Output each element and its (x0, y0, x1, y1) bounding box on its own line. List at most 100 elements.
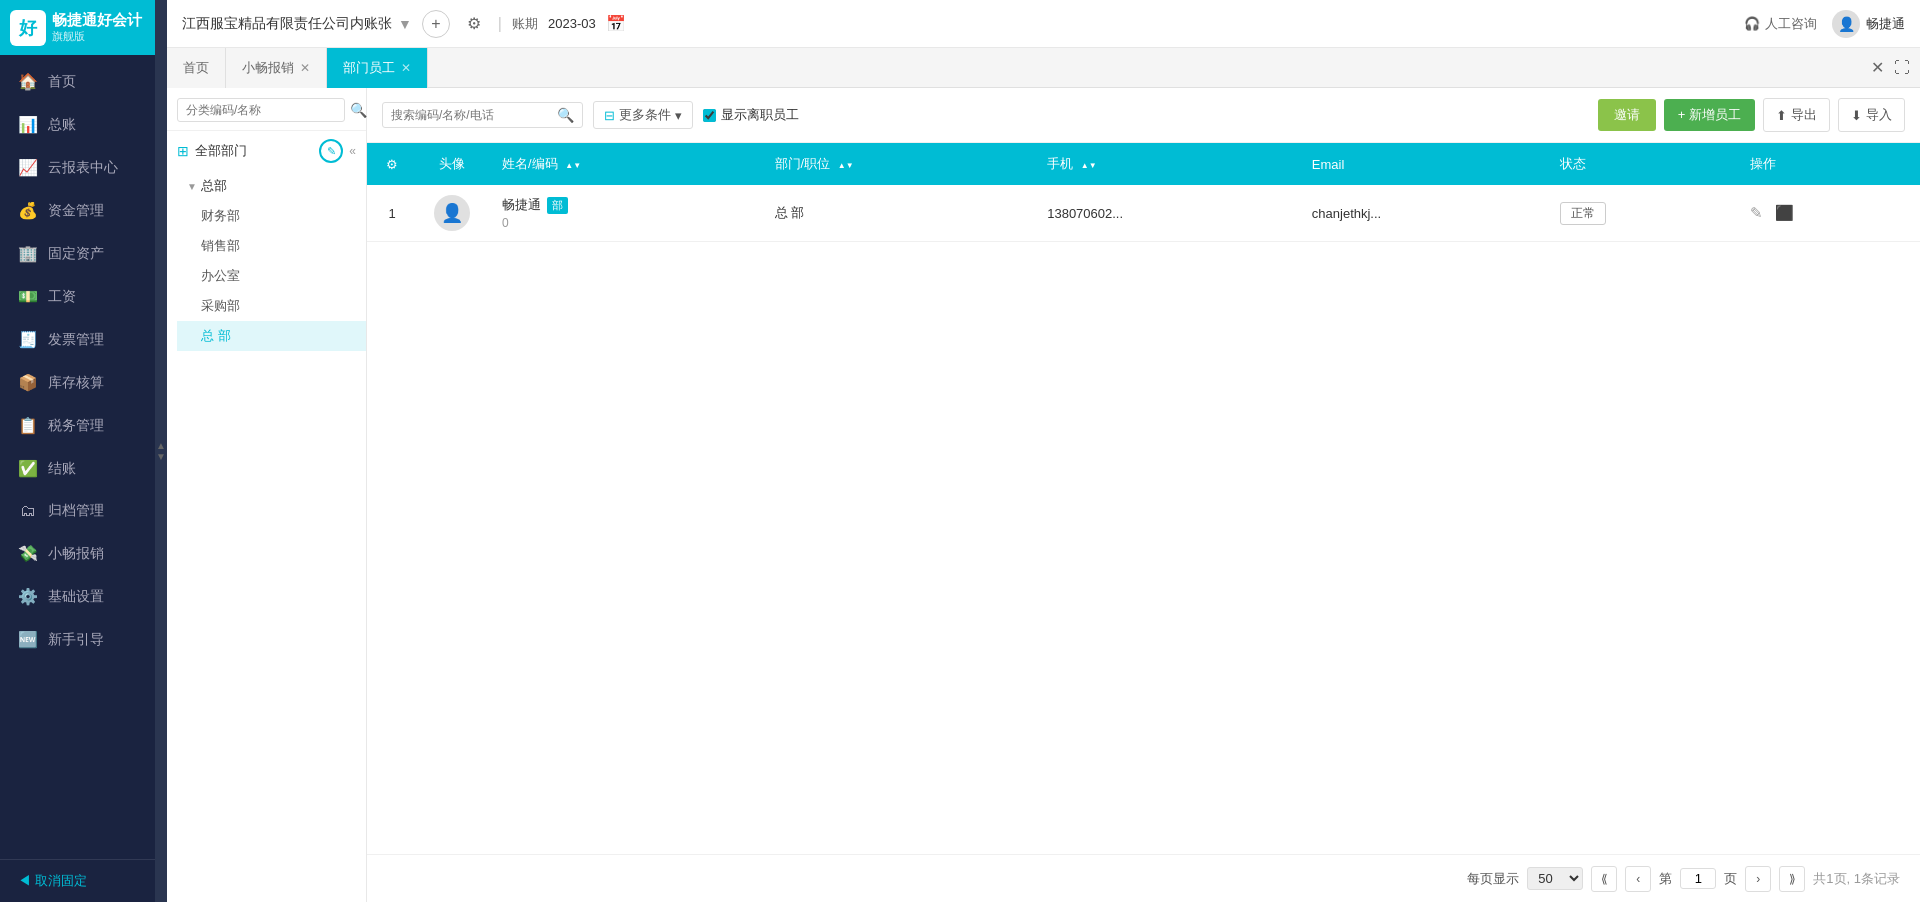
col-actions-label: 操作 (1750, 156, 1776, 171)
tab-expense-close[interactable]: ✕ (300, 61, 310, 75)
filter-button[interactable]: ⊟ 更多条件 ▾ (593, 101, 693, 129)
inventory-icon: 📦 (18, 373, 38, 392)
page-last-button[interactable]: ⟫ (1779, 866, 1805, 892)
calendar-icon[interactable]: 📅 (606, 14, 626, 33)
tax-icon: 📋 (18, 416, 38, 435)
sidebar-item-reports[interactable]: 📈 云报表中心 (0, 146, 155, 189)
status-badge: 正常 (1560, 202, 1606, 225)
dept-grid-icon: ⊞ (177, 143, 189, 159)
col-settings[interactable]: ⚙ (367, 143, 417, 185)
tab-expand-icon[interactable]: ⛶ (1894, 59, 1910, 77)
logout-action-button[interactable]: ⬛ (1775, 204, 1794, 222)
dept-edit-button[interactable]: ✎ (319, 139, 343, 163)
export-label: 导出 (1791, 106, 1817, 124)
page-label: 第 (1659, 870, 1672, 888)
page-next-button[interactable]: › (1745, 866, 1771, 892)
tab-expense-label: 小畅报销 (242, 59, 294, 77)
sidebar-item-label: 税务管理 (48, 417, 104, 435)
table-header-row: ⚙ 头像 姓名/编码 ▲▼ 部门/职位 ▲▼ (367, 143, 1920, 185)
show-resigned-label[interactable]: 显示离职员工 (703, 106, 799, 124)
company-settings-icon[interactable]: ⚙ (460, 10, 488, 38)
import-button[interactable]: ⬇ 导入 (1838, 98, 1905, 132)
show-resigned-checkbox[interactable] (703, 109, 716, 122)
toolbar-right: 邀请 + 新增员工 ⬆ 导出 ⬇ 导入 (1598, 98, 1905, 132)
dept-search-input[interactable] (177, 98, 345, 122)
col-email-label: Email (1312, 157, 1345, 172)
col-name[interactable]: 姓名/编码 ▲▼ (487, 143, 760, 185)
tab-close-icon[interactable]: ✕ (1871, 58, 1884, 77)
dept-item-sales[interactable]: 销售部 (177, 231, 366, 261)
import-icon: ⬇ (1851, 108, 1862, 123)
tab-dept-label: 部门员工 (343, 59, 395, 77)
add-employee-button[interactable]: + 新增员工 (1664, 99, 1755, 131)
dept-search-icon[interactable]: 🔍 (350, 102, 367, 118)
dept-item-purchase[interactable]: 采购部 (177, 291, 366, 321)
sidebar-item-invoice[interactable]: 🧾 发票管理 (0, 318, 155, 361)
export-button[interactable]: ⬆ 导出 (1763, 98, 1830, 132)
edit-action-button[interactable]: ✎ (1750, 204, 1763, 222)
sidebar-item-tax[interactable]: 📋 税务管理 (0, 404, 155, 447)
app-title: 畅捷通好会计 (52, 11, 142, 29)
cell-avatar: 👤 (417, 185, 487, 242)
sidebar-item-closing[interactable]: ✅ 结账 (0, 447, 155, 490)
page-first-button[interactable]: ⟪ (1591, 866, 1617, 892)
main-area: 江西服宝精品有限责任公司内账张 ▼ + ⚙ | 账期 2023-03 📅 🎧 人… (167, 0, 1920, 902)
page-prev-button[interactable]: ‹ (1625, 866, 1651, 892)
sidebar-item-inventory[interactable]: 📦 库存核算 (0, 361, 155, 404)
sidebar-scroll[interactable]: ▲▼ (155, 0, 167, 902)
sidebar-item-label: 小畅报销 (48, 545, 104, 563)
search-input[interactable] (391, 108, 551, 122)
sidebar-item-expense[interactable]: 💸 小畅报销 (0, 532, 155, 575)
dept-item-finance[interactable]: 财务部 (177, 201, 366, 231)
assets-icon: 🏢 (18, 244, 38, 263)
sidebar-item-guide[interactable]: 🆕 新手引导 (0, 618, 155, 661)
sidebar-item-settings[interactable]: ⚙️ 基础设置 (0, 575, 155, 618)
reports-icon: 📈 (18, 158, 38, 177)
phone-sort-icon: ▲▼ (1081, 162, 1097, 170)
funds-icon: 💰 (18, 201, 38, 220)
col-phone[interactable]: 手机 ▲▼ (1032, 143, 1297, 185)
topbar: 江西服宝精品有限责任公司内账张 ▼ + ⚙ | 账期 2023-03 📅 🎧 人… (167, 0, 1920, 48)
sidebar-item-assets[interactable]: 🏢 固定资产 (0, 232, 155, 275)
sidebar-item-label: 云报表中心 (48, 159, 118, 177)
sidebar-item-archive[interactable]: 🗂 归档管理 (0, 490, 155, 532)
filter-label: 更多条件 (619, 106, 671, 124)
page-number-input[interactable] (1680, 868, 1716, 889)
cell-index: 1 (367, 185, 417, 242)
separator: | (498, 15, 502, 33)
tab-dept-close[interactable]: ✕ (401, 61, 411, 75)
page-total: 共1页, 1条记录 (1813, 870, 1900, 888)
dept-item-office[interactable]: 办公室 (177, 261, 366, 291)
company-selector[interactable]: 江西服宝精品有限责任公司内账张 ▼ (182, 15, 412, 33)
tab-expense[interactable]: 小畅报销 ✕ (226, 48, 327, 88)
add-company-button[interactable]: + (422, 10, 450, 38)
page-size-select[interactable]: 50 20 100 (1527, 867, 1583, 890)
emp-name-cell: 畅捷通 部 0 (502, 196, 745, 230)
tab-dept[interactable]: 部门员工 ✕ (327, 48, 428, 88)
tab-home[interactable]: 首页 (167, 48, 226, 88)
col-name-label: 姓名/编码 (502, 156, 558, 171)
sidebar-item-home[interactable]: 🏠 首页 (0, 60, 155, 103)
invite-button[interactable]: 邀请 (1598, 99, 1656, 131)
support-button[interactable]: 🎧 人工咨询 (1744, 15, 1817, 33)
dept-collapse-icon[interactable]: « (349, 144, 356, 158)
user-area[interactable]: 👤 畅捷通 (1832, 10, 1905, 38)
sidebar-item-label: 基础设置 (48, 588, 104, 606)
col-phone-label: 手机 (1047, 156, 1073, 171)
salary-icon: 💵 (18, 287, 38, 306)
unpin-button[interactable]: ◀ 取消固定 (0, 859, 155, 902)
search-button[interactable]: 🔍 (557, 107, 574, 123)
cell-dept: 总 部 (760, 185, 1033, 242)
sidebar-item-funds[interactable]: 💰 资金管理 (0, 189, 155, 232)
sidebar-item-salary[interactable]: 💵 工资 (0, 275, 155, 318)
dept-group-hq[interactable]: 总部 (177, 171, 366, 201)
sidebar-item-ledger[interactable]: 📊 总账 (0, 103, 155, 146)
col-dept[interactable]: 部门/职位 ▲▼ (760, 143, 1033, 185)
sidebar-item-label: 资金管理 (48, 202, 104, 220)
logo-icon: 好 (10, 10, 46, 46)
cell-phone: 138070602... (1032, 185, 1297, 242)
all-dept-label[interactable]: ⊞ 全部部门 (177, 142, 247, 160)
sidebar-item-label: 固定资产 (48, 245, 104, 263)
dept-item-hq[interactable]: 总 部 (177, 321, 366, 351)
sidebar-item-label: 库存核算 (48, 374, 104, 392)
